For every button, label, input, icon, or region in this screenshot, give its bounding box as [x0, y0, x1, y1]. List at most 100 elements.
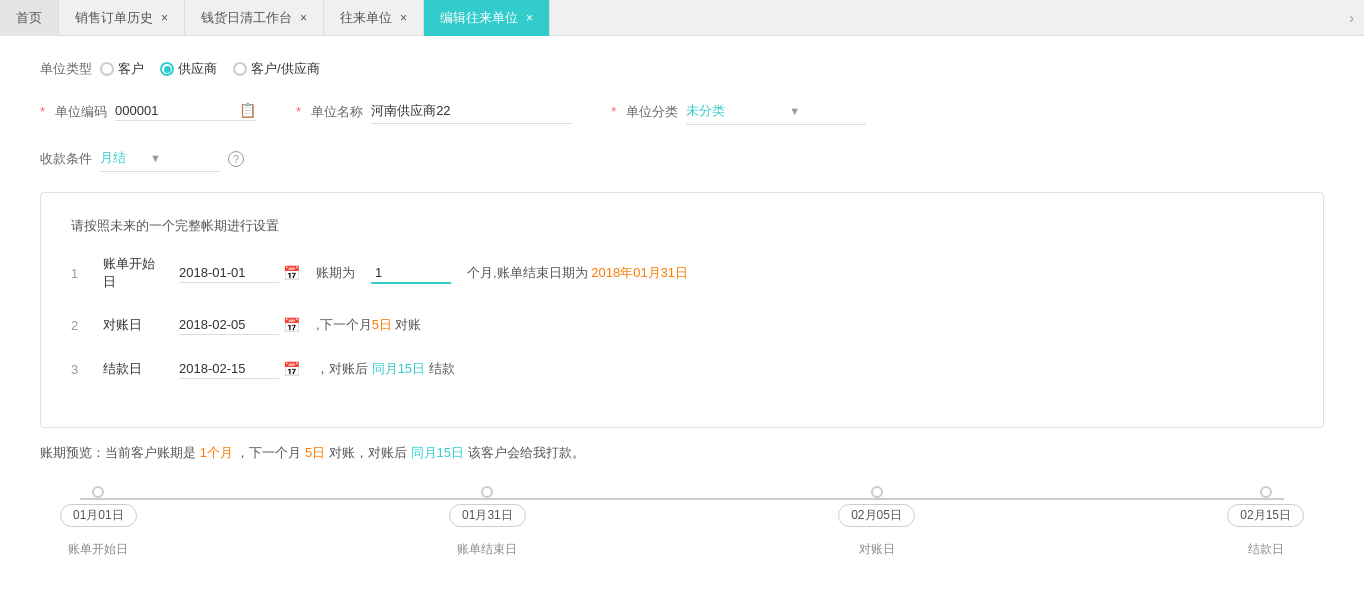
reconcile-date-row: 2 对账日 📅 ,下一个月5日 对账 [71, 315, 1293, 335]
tl-date-2: 02月05日 [838, 504, 915, 527]
close-tab-cash-reconcile[interactable]: × [300, 11, 307, 25]
radio-group: 客户 供应商 客户/供应商 [100, 60, 320, 78]
unit-type-label: 单位类型 [40, 60, 92, 78]
payment-date-input[interactable] [179, 359, 279, 379]
start-date-cal-icon[interactable]: 📅 [283, 265, 300, 281]
radio-both[interactable]: 客户/供应商 [233, 60, 320, 78]
unit-info-row: * 单位编码 📋 * 单位名称 * 单位分类 未分类 ▼ [40, 98, 1324, 125]
radio-circle-customer [100, 62, 114, 76]
tl-label-2: 对账日 [859, 541, 895, 558]
reconcile-date-wrap: 📅 [179, 315, 300, 335]
radio-customer[interactable]: 客户 [100, 60, 144, 78]
close-tab-sales-history[interactable]: × [161, 11, 168, 25]
radio-circle-supplier [160, 62, 174, 76]
preview-part5: 同月15日 [411, 445, 464, 460]
radio-supplier[interactable]: 供应商 [160, 60, 217, 78]
reconcile-date-cal-icon[interactable]: 📅 [283, 317, 300, 333]
payment-desc: ，对账后 同月15日 结款 [316, 360, 455, 378]
tl-date-3: 02月15日 [1227, 504, 1304, 527]
payment-condition-select[interactable]: 月结 ▼ [100, 145, 220, 172]
payment-day-highlight: 同月15日 [372, 361, 425, 376]
settings-section: 请按照未来的一个完整帐期进行设置 1 账单开始日 📅 账期为 个月,账单结束日期… [40, 192, 1324, 428]
tl-date-1: 01月31日 [449, 504, 526, 527]
payment-condition-label: 收款条件 [40, 150, 92, 168]
month-input[interactable] [371, 263, 451, 284]
payment-date-cal-icon[interactable]: 📅 [283, 361, 300, 377]
payment-condition-group: 收款条件 月结 ▼ ? [40, 145, 244, 172]
account-start-row: 1 账单开始日 📅 账期为 个月,账单结束日期为 2018年01月31日 [71, 255, 1293, 291]
timeline-point-3: 02月15日 结款日 [1227, 486, 1304, 558]
unit-code-group: * 单位编码 📋 [40, 102, 256, 121]
timeline-point-0: 01月01日 账单开始日 [60, 486, 137, 558]
row-num-3: 3 [71, 362, 87, 377]
payment-condition-value: 月结 [100, 149, 126, 167]
unit-category-required: * [611, 104, 616, 119]
unit-name-input[interactable] [371, 100, 571, 124]
tl-label-1: 账单结束日 [457, 541, 517, 558]
close-tab-partner-units[interactable]: × [400, 11, 407, 25]
timeline-point-1: 01月31日 账单结束日 [449, 486, 526, 558]
main-content: 单位类型 客户 供应商 客户/供应商 * 单位编码 [0, 36, 1364, 608]
tl-dot-1 [481, 486, 493, 498]
unit-type-group: 单位类型 客户 供应商 客户/供应商 [40, 60, 320, 78]
row-num-1: 1 [71, 266, 87, 281]
start-date-desc-post: 个月,账单结束日期为 2018年01月31日 [467, 264, 688, 282]
preview-section: 账期预览：当前客户账期是 1个月 ，下一个月 5日 对账，对账后 同月15日 该… [40, 444, 1324, 462]
tab-partner-units[interactable]: 往来单位 × [324, 0, 424, 36]
timeline-container: 01月01日 账单开始日 01月31日 账单结束日 02月05日 对账日 02月… [40, 486, 1324, 558]
payment-date-wrap: 📅 [179, 359, 300, 379]
row-label-3: 结款日 [103, 360, 163, 378]
close-tab-edit-partner[interactable]: × [526, 11, 533, 25]
unit-category-group: * 单位分类 未分类 ▼ [611, 98, 866, 125]
unit-code-label: 单位编码 [55, 103, 107, 121]
unit-category-arrow: ▼ [789, 105, 800, 117]
row-label-2: 对账日 [103, 316, 163, 334]
tab-home[interactable]: 首页 [0, 0, 59, 36]
unit-category-value: 未分类 [686, 102, 725, 120]
tab-cash-reconcile[interactable]: 钱货日清工作台 × [185, 0, 324, 36]
tab-arrow[interactable]: › [1339, 0, 1364, 36]
radio-label-both: 客户/供应商 [251, 60, 320, 78]
payment-date-row: 3 结款日 📅 ，对账后 同月15日 结款 [71, 359, 1293, 379]
start-date-wrap: 📅 [179, 263, 300, 283]
reconcile-desc: ,下一个月5日 对账 [316, 316, 421, 334]
tl-dot-2 [871, 486, 883, 498]
tl-dot-0 [92, 486, 104, 498]
tl-label-0: 账单开始日 [68, 541, 128, 558]
timeline-point-2: 02月05日 对账日 [838, 486, 915, 558]
unit-type-row: 单位类型 客户 供应商 客户/供应商 [40, 60, 1324, 78]
timeline-points: 01月01日 账单开始日 01月31日 账单结束日 02月05日 对账日 02月… [60, 486, 1304, 558]
radio-label-supplier: 供应商 [178, 60, 217, 78]
tl-label-3: 结款日 [1248, 541, 1284, 558]
unit-name-group: * 单位名称 [296, 100, 571, 124]
end-date-highlight: 2018年01月31日 [591, 265, 688, 280]
reconcile-day-highlight: 5日 [372, 317, 392, 332]
unit-name-required: * [296, 104, 301, 119]
preview-part4: 对账，对账后 [329, 445, 407, 460]
row-label-1: 账单开始日 [103, 255, 163, 291]
row-num-2: 2 [71, 318, 87, 333]
reconcile-date-input[interactable] [179, 315, 279, 335]
unit-code-input[interactable] [115, 103, 235, 118]
start-date-desc-pre: 账期为 [316, 264, 355, 282]
tl-dot-3 [1260, 486, 1272, 498]
unit-category-label: 单位分类 [626, 103, 678, 121]
start-date-input[interactable] [179, 263, 279, 283]
payment-condition-row: 收款条件 月结 ▼ ? [40, 145, 1324, 172]
preview-part1: 1个月 [200, 445, 233, 460]
preview-part6: 该客户会给我打款。 [468, 445, 585, 460]
unit-category-select[interactable]: 未分类 ▼ [686, 98, 866, 125]
unit-name-label: 单位名称 [311, 103, 363, 121]
unit-code-icon[interactable]: 📋 [239, 102, 256, 118]
tl-date-0: 01月01日 [60, 504, 137, 527]
tab-sales-history[interactable]: 销售订单历史 × [59, 0, 185, 36]
tab-bar: 首页 销售订单历史 × 钱货日清工作台 × 往来单位 × 编辑往来单位 × › [0, 0, 1364, 36]
tab-edit-partner[interactable]: 编辑往来单位 × [424, 0, 550, 36]
preview-part3: 5日 [305, 445, 325, 460]
preview-part2: ，下一个月 [236, 445, 301, 460]
section-title: 请按照未来的一个完整帐期进行设置 [71, 217, 1293, 235]
radio-label-customer: 客户 [118, 60, 144, 78]
payment-condition-arrow: ▼ [150, 152, 161, 164]
unit-code-required: * [40, 104, 45, 119]
help-icon[interactable]: ? [228, 151, 244, 167]
